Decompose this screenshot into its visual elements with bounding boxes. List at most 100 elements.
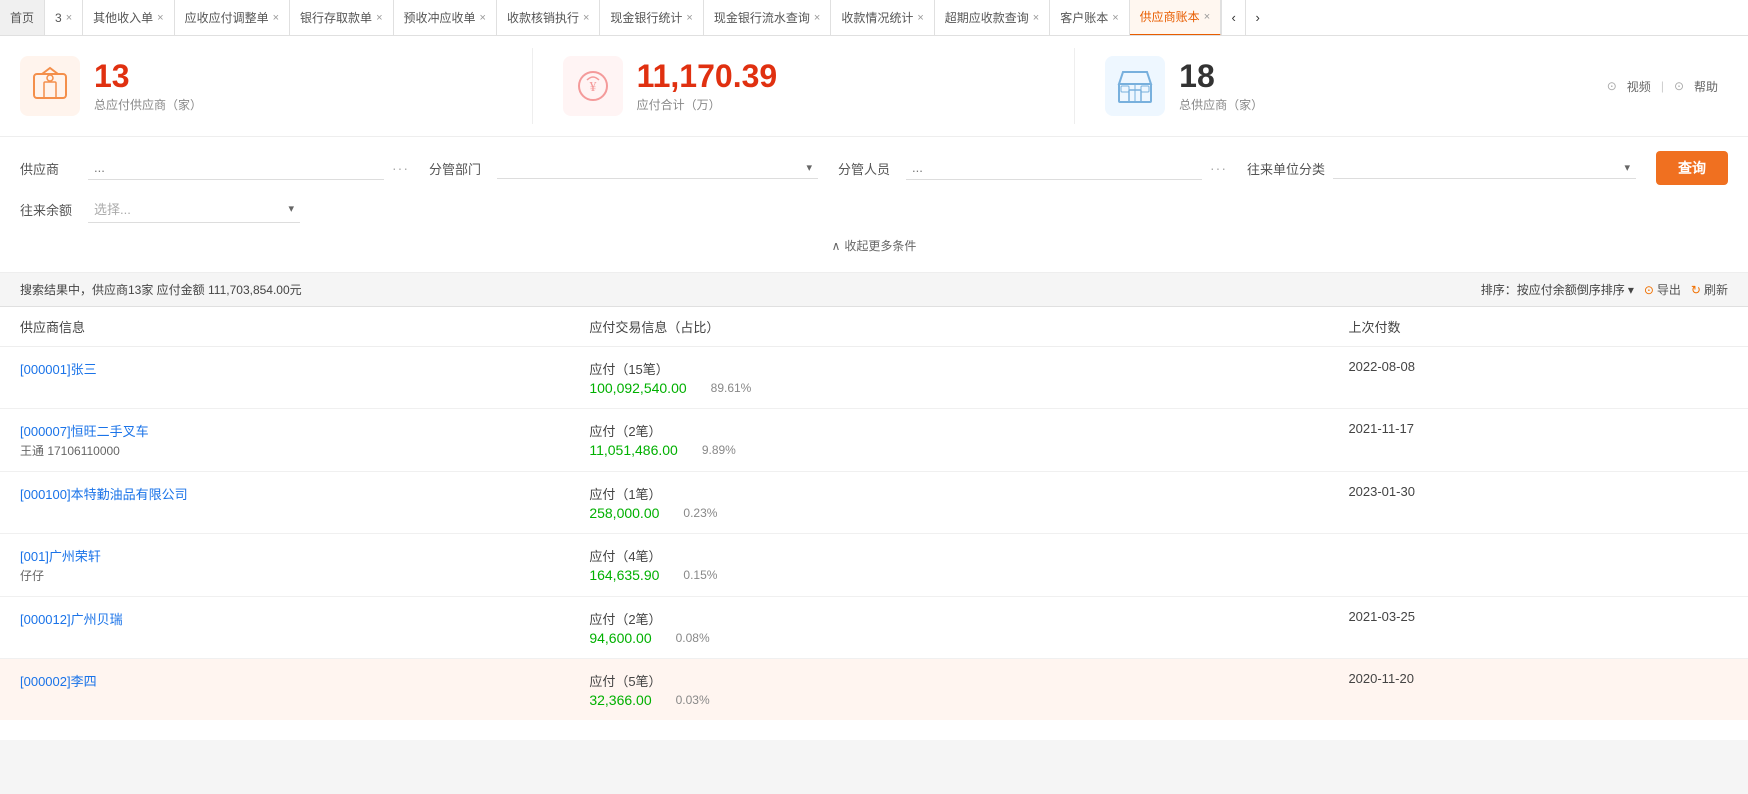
payable-percent: 0.03% xyxy=(676,693,710,707)
payable-count: 应付（2笔） xyxy=(589,421,1348,440)
tab-num3[interactable]: 3 × xyxy=(45,0,83,36)
card-total-suppliers: 18 总供应商（家） xyxy=(1074,48,1607,124)
header-supplier-info: 供应商信息 xyxy=(20,317,589,336)
tab-bank-deposit[interactable]: 银行存取款单 × xyxy=(290,0,393,36)
payable-amount[interactable]: 258,000.00 xyxy=(589,505,659,521)
supplier-sub-info: 仔仔 xyxy=(20,567,589,584)
close-icon[interactable]: × xyxy=(917,12,923,24)
video-link[interactable]: 视频 xyxy=(1627,78,1651,95)
close-icon[interactable]: × xyxy=(376,12,382,24)
table-row: [000100]本特勤油品有限公司 应付（1笔） 258,000.00 0.23… xyxy=(0,472,1748,534)
export-button[interactable]: ⊙ 导出 xyxy=(1644,281,1681,298)
payable-amount[interactable]: 100,092,540.00 xyxy=(589,380,686,396)
balance-select[interactable]: 选择... ▾ xyxy=(88,195,300,223)
tab-home[interactable]: 首页 xyxy=(0,0,45,36)
tab-overdue-ar[interactable]: 超期应收款查询 × xyxy=(935,0,1050,36)
tab-ar-ap-adjust[interactable]: 应收应付调整单 × xyxy=(175,0,290,36)
supplier-table: 供应商信息 应付交易信息（占比） 上次付数 [000001]张三 应付（15笔）… xyxy=(0,307,1748,740)
chevron-up-icon: ∧ xyxy=(832,239,841,253)
help-links: ⊙ 视频 | ⊙ 帮助 xyxy=(1607,78,1728,95)
supplier-icon xyxy=(20,56,80,116)
filter-balance: 往来余额 选择... ▾ xyxy=(20,195,300,223)
collapse-button[interactable]: ∧ 收起更多条件 xyxy=(20,233,1728,258)
store-icon xyxy=(1105,56,1165,116)
export-icon: ⊙ xyxy=(1644,283,1654,297)
close-icon[interactable]: × xyxy=(1112,12,1118,24)
unit-type-select[interactable]: ▾ xyxy=(1333,157,1636,179)
tab-receipt-stat[interactable]: 收款情况统计 × xyxy=(831,0,934,36)
person-dots-icon[interactable]: ··· xyxy=(1210,160,1227,176)
last-pay-date: 2021-11-17 xyxy=(1348,421,1414,436)
last-pay-date: 2020-11-20 xyxy=(1348,671,1414,686)
refresh-button[interactable]: ↻ 刷新 xyxy=(1691,281,1728,298)
results-actions: 排序：按应付余额倒序排序 ▾ ⊙ 导出 ↻ 刷新 xyxy=(1481,281,1728,298)
close-icon[interactable]: × xyxy=(273,12,279,24)
chevron-down-icon: ▾ xyxy=(806,161,812,174)
tab-cash-bank-stat[interactable]: 现金银行统计 × xyxy=(600,0,703,36)
close-icon[interactable]: × xyxy=(66,12,72,24)
table-row: [000012]广州贝瑞 应付（2笔） 94,600.00 0.08% 2021… xyxy=(0,597,1748,659)
payable-count: 应付（5笔） xyxy=(589,671,1348,690)
supplier-link[interactable]: [001]广州荣轩 xyxy=(20,549,101,564)
person-input[interactable] xyxy=(906,156,1202,180)
close-icon[interactable]: × xyxy=(157,12,163,24)
nav-arrow-left[interactable]: ‹ xyxy=(1221,0,1245,36)
payable-amount[interactable]: 11,051,486.00 xyxy=(589,442,678,458)
payable-count: 应付（15笔） xyxy=(589,359,1348,378)
payable-percent: 0.15% xyxy=(683,568,717,582)
close-icon[interactable]: × xyxy=(480,12,486,24)
top-navigation: 首页 3 × 其他收入单 × 应收应付调整单 × 银行存取款单 × 预收冲应收单… xyxy=(0,0,1748,36)
header-payable-info: 应付交易信息（占比） xyxy=(589,317,1348,336)
filter-area: 供应商 ··· 分管部门 ▾ 分管人员 ··· 往来单位分类 ▾ xyxy=(0,137,1748,273)
payable-count: 应付（1笔） xyxy=(589,484,1348,503)
total-supplier-label: 总供应商（家） xyxy=(1179,96,1263,113)
supplier-filter-label: 供应商 xyxy=(20,159,80,178)
supplier-dots-icon[interactable]: ··· xyxy=(392,160,409,176)
table-row: [000001]张三 应付（15笔） 100,092,540.00 89.61%… xyxy=(0,347,1748,409)
close-icon[interactable]: × xyxy=(583,12,589,24)
sort-icon: ▾ xyxy=(1628,283,1634,297)
total-payable-supplier-label: 总应付供应商（家） xyxy=(94,96,202,113)
close-icon[interactable]: × xyxy=(814,12,820,24)
tab-receipt-exec[interactable]: 收款核销执行 × xyxy=(497,0,600,36)
payable-percent: 9.89% xyxy=(702,443,736,457)
help-link[interactable]: 帮助 xyxy=(1694,78,1718,95)
filter-person: 分管人员 ··· xyxy=(838,156,1227,180)
table-body: [000001]张三 应付（15笔） 100,092,540.00 89.61%… xyxy=(0,347,1748,720)
payable-percent: 0.23% xyxy=(683,506,717,520)
supplier-link[interactable]: [000012]广州贝瑞 xyxy=(20,612,123,627)
supplier-link[interactable]: [000002]李四 xyxy=(20,674,97,689)
supplier-link[interactable]: [000100]本特勤油品有限公司 xyxy=(20,487,188,502)
tab-cash-bank-query[interactable]: 现金银行流水查询 × xyxy=(704,0,831,36)
query-button[interactable]: 查询 xyxy=(1656,151,1728,185)
payable-amount[interactable]: 164,635.90 xyxy=(589,567,659,583)
close-icon[interactable]: × xyxy=(686,12,692,24)
supplier-input[interactable] xyxy=(88,156,384,180)
sort-button[interactable]: 排序：按应付余额倒序排序 ▾ xyxy=(1481,281,1634,298)
results-summary-text: 搜索结果中，供应商13家 应付金额 111,703,854.00元 xyxy=(20,281,302,298)
payable-amount[interactable]: 94,600.00 xyxy=(589,630,651,646)
supplier-link[interactable]: [000007]恒旺二手叉车 xyxy=(20,424,149,439)
summary-cards: 13 总应付供应商（家） ¥ 11,170.39 应付合计（万） xyxy=(0,36,1748,137)
tab-other-income[interactable]: 其他收入单 × xyxy=(83,0,174,36)
nav-arrow-right[interactable]: › xyxy=(1245,0,1269,36)
card-payable-total: ¥ 11,170.39 应付合计（万） xyxy=(532,48,1065,124)
payable-percent: 0.08% xyxy=(676,631,710,645)
payable-amount-icon: ¥ xyxy=(563,56,623,116)
department-select[interactable]: ▾ xyxy=(497,157,818,179)
circle-icon2: ⊙ xyxy=(1674,79,1684,93)
last-pay-date: 2022-08-08 xyxy=(1348,359,1415,374)
close-icon[interactable]: × xyxy=(1204,11,1210,23)
total-payable-supplier-count: 13 xyxy=(94,59,202,94)
payable-total-label: 应付合计（万） xyxy=(637,96,778,113)
filter-department: 分管部门 ▾ xyxy=(429,157,818,179)
table-row: [000002]李四 应付（5笔） 32,366.00 0.03% 2020-1… xyxy=(0,659,1748,720)
chevron-down-icon2: ▾ xyxy=(1624,161,1630,174)
last-pay-date: 2023-01-30 xyxy=(1348,484,1415,499)
close-icon[interactable]: × xyxy=(1033,12,1039,24)
tab-prepay-ar[interactable]: 预收冲应收单 × xyxy=(394,0,497,36)
tab-customer-book[interactable]: 客户账本 × xyxy=(1050,0,1129,36)
tab-supplier-book[interactable]: 供应商账本 × xyxy=(1130,0,1221,36)
supplier-link[interactable]: [000001]张三 xyxy=(20,362,97,377)
payable-amount[interactable]: 32,366.00 xyxy=(589,692,651,708)
